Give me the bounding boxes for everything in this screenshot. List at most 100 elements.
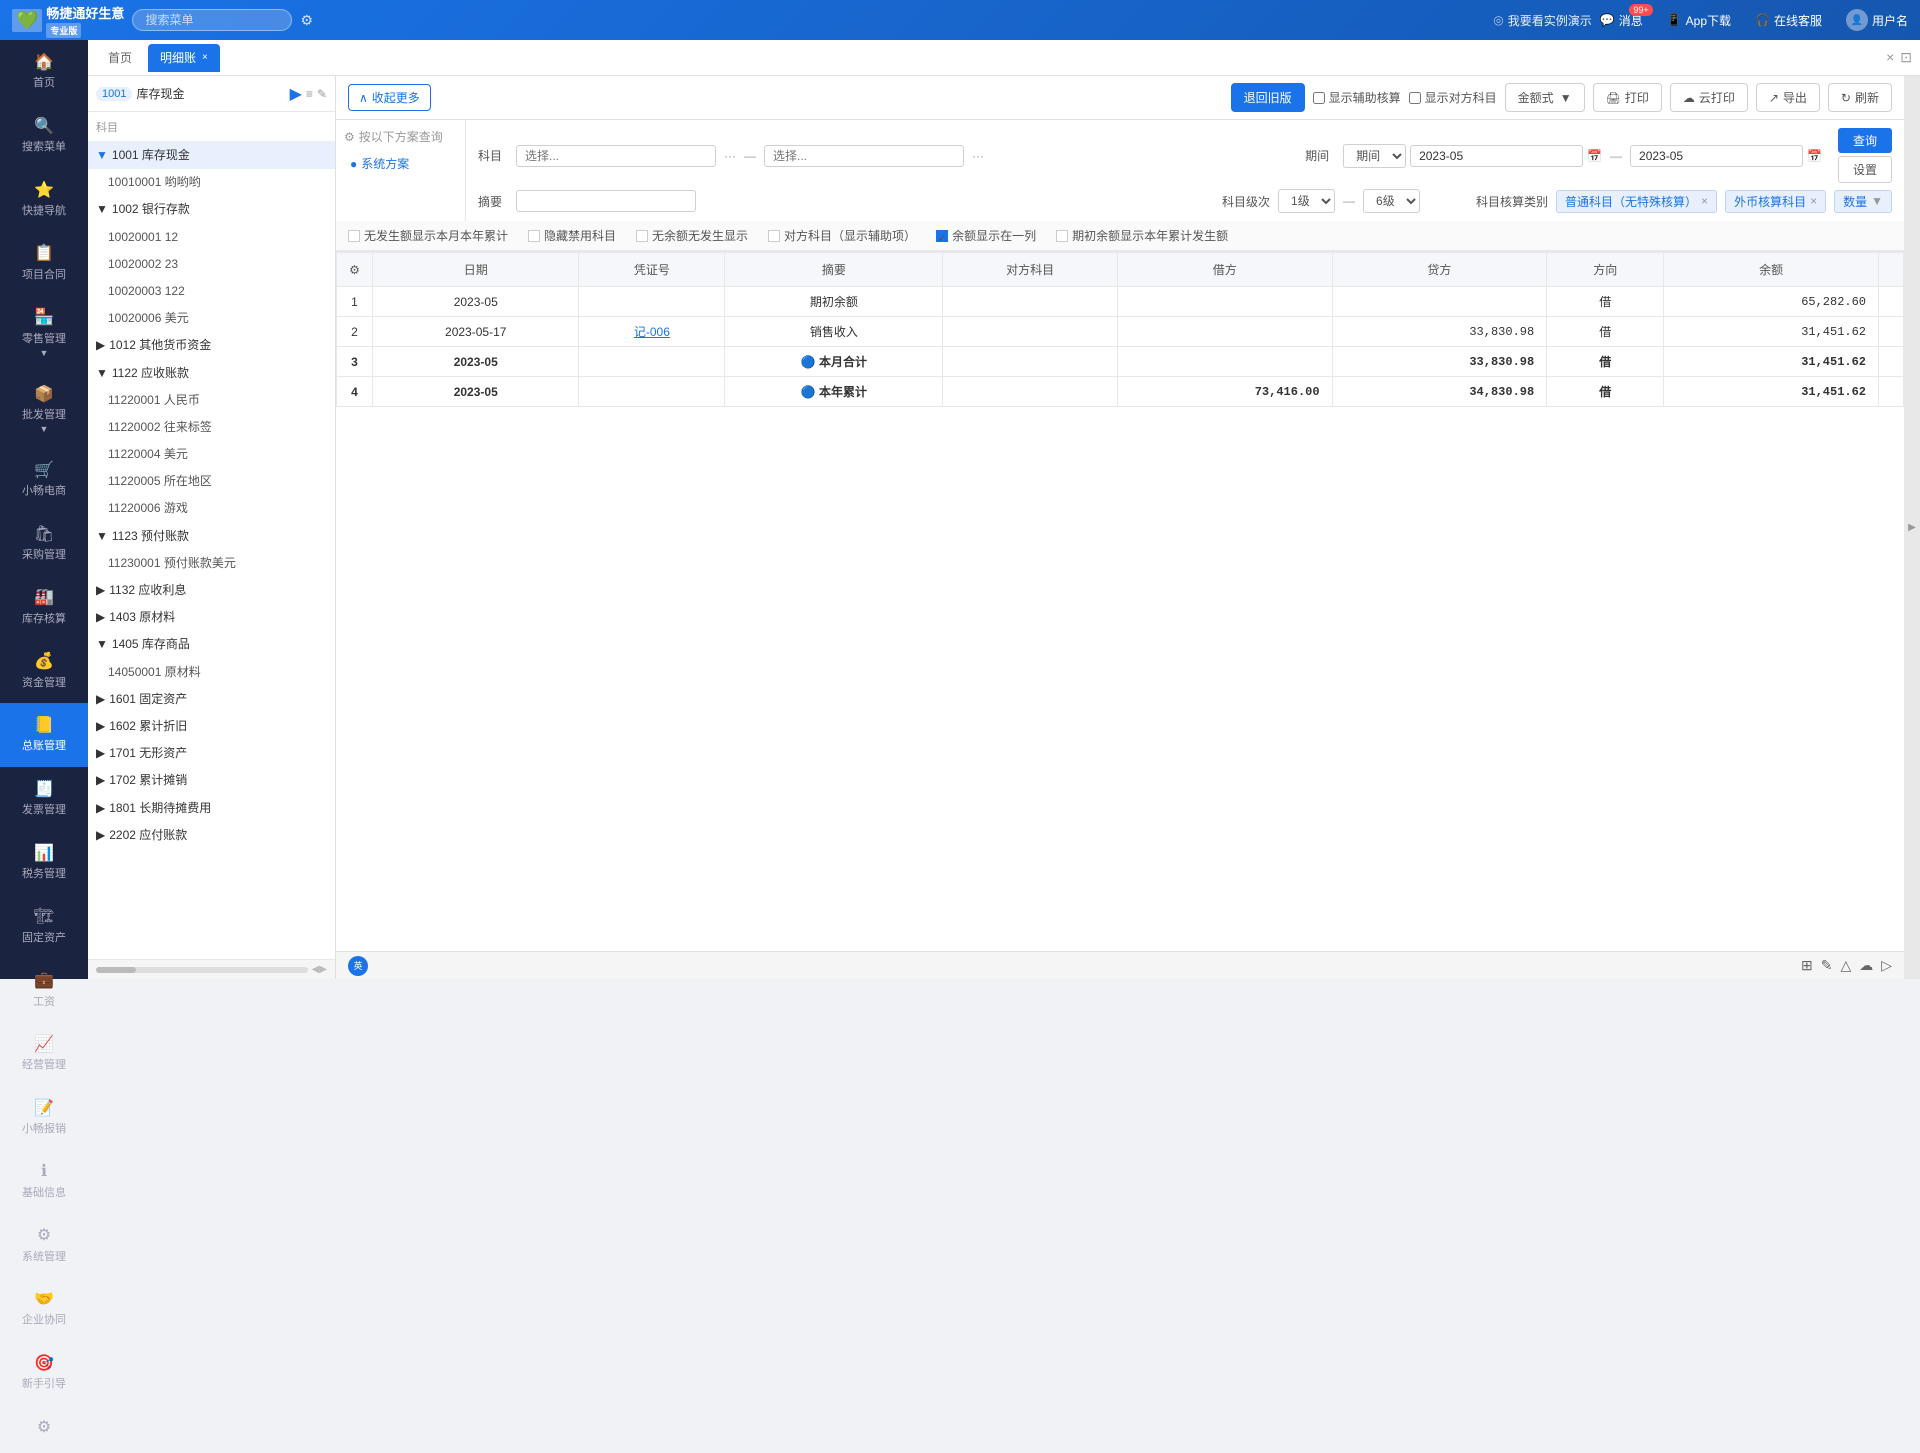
tree-left-arrow[interactable]: ◀ bbox=[312, 964, 320, 975]
check-balance-col-box[interactable]: ✓ bbox=[936, 230, 948, 242]
edit-icon[interactable]: ✎ bbox=[1821, 957, 1833, 974]
sidebar-item-report[interactable]: 📝 小畅报销 bbox=[0, 1086, 88, 1150]
sidebar-item-inventory[interactable]: 🏭 库存核算 bbox=[0, 575, 88, 639]
refresh-btn[interactable]: ↻ 刷新 bbox=[1828, 83, 1892, 112]
subject-from-input[interactable] bbox=[516, 145, 716, 167]
calendar-to-icon[interactable]: 📅 bbox=[1807, 149, 1822, 163]
tree-item-2202[interactable]: ▶ 2202 应付账款 bbox=[88, 822, 335, 849]
tree-item-1602[interactable]: ▶ 1602 累计折旧 bbox=[88, 713, 335, 740]
query-btn[interactable]: 查询 bbox=[1838, 128, 1892, 153]
check-opening-balance-box[interactable] bbox=[1056, 230, 1068, 242]
sidebar-item-invoice[interactable]: 🧾 发票管理 bbox=[0, 767, 88, 831]
tree-item-14050001[interactable]: 14050001 原材料 bbox=[88, 659, 335, 686]
classify-tag-3-close[interactable]: ▼ bbox=[1871, 194, 1883, 208]
show-opposite-checkbox[interactable] bbox=[1409, 92, 1421, 104]
check-hide-disabled[interactable]: 隐藏禁用科目 bbox=[528, 227, 616, 244]
check-hide-disabled-box[interactable] bbox=[528, 230, 540, 242]
show-aux-checkbox[interactable] bbox=[1313, 92, 1325, 104]
period-to-input[interactable] bbox=[1630, 145, 1803, 167]
check-opening-balance[interactable]: 期初余额显示本年累计发生额 bbox=[1056, 227, 1228, 244]
tree-item-1132[interactable]: ▶ 1132 应收利息 bbox=[88, 577, 335, 604]
sidebar-item-guide[interactable]: 🎯 新手引导 bbox=[0, 1341, 88, 1405]
check-no-amount[interactable]: 无发生额显示本月本年累计 bbox=[348, 227, 508, 244]
tree-item-10020006[interactable]: 10020006 美元 bbox=[88, 305, 335, 332]
demo-link[interactable]: ◎ 我要看实例演示 bbox=[1493, 12, 1592, 29]
sidebar-item-system[interactable]: ⚙ 系统管理 bbox=[0, 1213, 88, 1277]
tree-item-1012[interactable]: ▶ 1012 其他货币资金 bbox=[88, 332, 335, 359]
sidebar-item-purchase[interactable]: 🛍 采购管理 bbox=[0, 512, 88, 576]
play-icon[interactable]: ▷ bbox=[1881, 957, 1892, 974]
tree-item-11230001[interactable]: 11230001 预付账款美元 bbox=[88, 550, 335, 577]
check-no-balance-box[interactable] bbox=[636, 230, 648, 242]
tree-item-10020001[interactable]: 10020001 12 bbox=[88, 224, 335, 251]
scheme-item[interactable]: ● 系统方案 bbox=[344, 151, 457, 176]
tree-item-10020002[interactable]: 10020002 23 bbox=[88, 251, 335, 278]
expand-window-btn[interactable]: ⊡ bbox=[1900, 49, 1912, 66]
sidebar-item-operations[interactable]: 📈 经营管理 bbox=[0, 1022, 88, 1086]
export-btn[interactable]: ↗ 导出 bbox=[1756, 83, 1820, 112]
sidebar-item-quicknav[interactable]: ⭐ 快捷导航 bbox=[0, 168, 88, 232]
sidebar-item-wholesale[interactable]: 📦 批发管理 ▼ bbox=[0, 372, 88, 448]
user-menu[interactable]: 👤 用户名 bbox=[1846, 9, 1908, 31]
amount-style-btn[interactable]: 金额式 ▼ bbox=[1505, 83, 1585, 112]
level-to-select[interactable]: 6级5级4级 bbox=[1363, 189, 1420, 213]
triangle-icon[interactable]: △ bbox=[1840, 957, 1851, 974]
tab-close-btn[interactable]: × bbox=[202, 52, 208, 63]
classify-tag-1-close[interactable]: × bbox=[1701, 194, 1708, 208]
tree-item-11220006[interactable]: 11220006 游戏 bbox=[88, 495, 335, 522]
print-btn[interactable]: 🖨 打印 bbox=[1593, 83, 1662, 112]
tree-item-11220005[interactable]: 11220005 所在地区 bbox=[88, 468, 335, 495]
sidebar-item-capital[interactable]: 💰 资金管理 bbox=[0, 639, 88, 703]
tree-item-1701[interactable]: ▶ 1701 无形资产 bbox=[88, 740, 335, 767]
tree-item-1123[interactable]: ▼ 1123 预付账款 bbox=[88, 523, 335, 550]
menu-search-input[interactable] bbox=[132, 9, 292, 31]
sidebar-item-basicinfo[interactable]: ℹ 基础信息 bbox=[0, 1149, 88, 1213]
account-selector[interactable]: 1001 库存现金 bbox=[96, 85, 286, 102]
tree-item-11220001[interactable]: 11220001 人民币 bbox=[88, 387, 335, 414]
check-no-amount-box[interactable] bbox=[348, 230, 360, 242]
check-opposite-box[interactable] bbox=[768, 230, 780, 242]
classify-tag-2-close[interactable]: × bbox=[1810, 194, 1817, 208]
tab-home[interactable]: 首页 bbox=[96, 44, 144, 72]
query-expand-btn[interactable]: ∧ 收起更多 bbox=[348, 84, 431, 111]
sidebar-item-home[interactable]: 🏠 首页 bbox=[0, 40, 88, 104]
tree-right-arrow[interactable]: ▶ bbox=[319, 964, 327, 975]
right-collapse-btn[interactable]: ▶ bbox=[1904, 76, 1920, 979]
sidebar-item-retail[interactable]: 🏪 零售管理 ▼ bbox=[0, 295, 88, 371]
setting-filter-btn[interactable]: 设置 bbox=[1838, 156, 1892, 183]
period-from-input[interactable] bbox=[1410, 145, 1583, 167]
cell-voucher-2[interactable]: 记-006 bbox=[579, 317, 725, 347]
tree-item-11220002[interactable]: 11220002 往来标签 bbox=[88, 414, 335, 441]
tree-item-10020003[interactable]: 10020003 122 bbox=[88, 278, 335, 305]
subject-to-input[interactable] bbox=[764, 145, 964, 167]
tree-item-10010001[interactable]: 10010001 哟哟哟 bbox=[88, 169, 335, 196]
sidebar-item-search[interactable]: 🔍 搜索菜单 bbox=[0, 104, 88, 168]
check-balance-col[interactable]: ✓ 余额显示在一列 bbox=[936, 227, 1036, 244]
translate-btn[interactable]: 英 bbox=[348, 956, 368, 976]
tree-item-1001[interactable]: ▼ 1001 库存现金 bbox=[88, 142, 335, 169]
tab-detail[interactable]: 明细账 × bbox=[148, 44, 220, 72]
close-window-btn[interactable]: × bbox=[1886, 49, 1894, 66]
cloud-print-btn[interactable]: ☁ 云打印 bbox=[1670, 83, 1748, 112]
message-btn[interactable]: 💬 消息 99+ bbox=[1600, 12, 1643, 29]
tree-item-1002[interactable]: ▼ 1002 银行存款 bbox=[88, 196, 335, 223]
cloud-bottom-icon[interactable]: ☁ bbox=[1859, 957, 1873, 974]
show-aux-check[interactable]: 显示辅助核算 bbox=[1313, 89, 1401, 106]
sidebar-item-tax[interactable]: 📊 税务管理 bbox=[0, 831, 88, 895]
sidebar-item-settings[interactable]: ⚙ bbox=[0, 1405, 88, 1453]
tree-edit-btn[interactable]: ✎ bbox=[317, 87, 327, 101]
level-from-select[interactable]: 1级2级3级 bbox=[1278, 189, 1335, 213]
sidebar-item-salary[interactable]: 💼 工资 bbox=[0, 958, 88, 1022]
tree-item-1403[interactable]: ▶ 1403 原材料 bbox=[88, 604, 335, 631]
tree-item-1601[interactable]: ▶ 1601 固定资产 bbox=[88, 686, 335, 713]
sidebar-item-contract[interactable]: 📋 项目合同 bbox=[0, 231, 88, 295]
tree-item-11220004[interactable]: 11220004 美元 bbox=[88, 441, 335, 468]
sidebar-item-ecommerce[interactable]: 🛒 小畅电商 bbox=[0, 448, 88, 512]
tree-item-1122[interactable]: ▼ 1122 应收账款 bbox=[88, 360, 335, 387]
check-opposite[interactable]: 对方科目（显示辅助项） bbox=[768, 227, 916, 244]
online-service-btn[interactable]: 🎧 在线客服 bbox=[1755, 12, 1822, 29]
sidebar-item-assets[interactable]: 🏗 固定资产 bbox=[0, 894, 88, 958]
tree-item-1405[interactable]: ▼ 1405 库存商品 bbox=[88, 631, 335, 658]
tree-item-1801[interactable]: ▶ 1801 长期待摊费用 bbox=[88, 795, 335, 822]
settings-icon[interactable]: ⚙ bbox=[300, 12, 313, 29]
